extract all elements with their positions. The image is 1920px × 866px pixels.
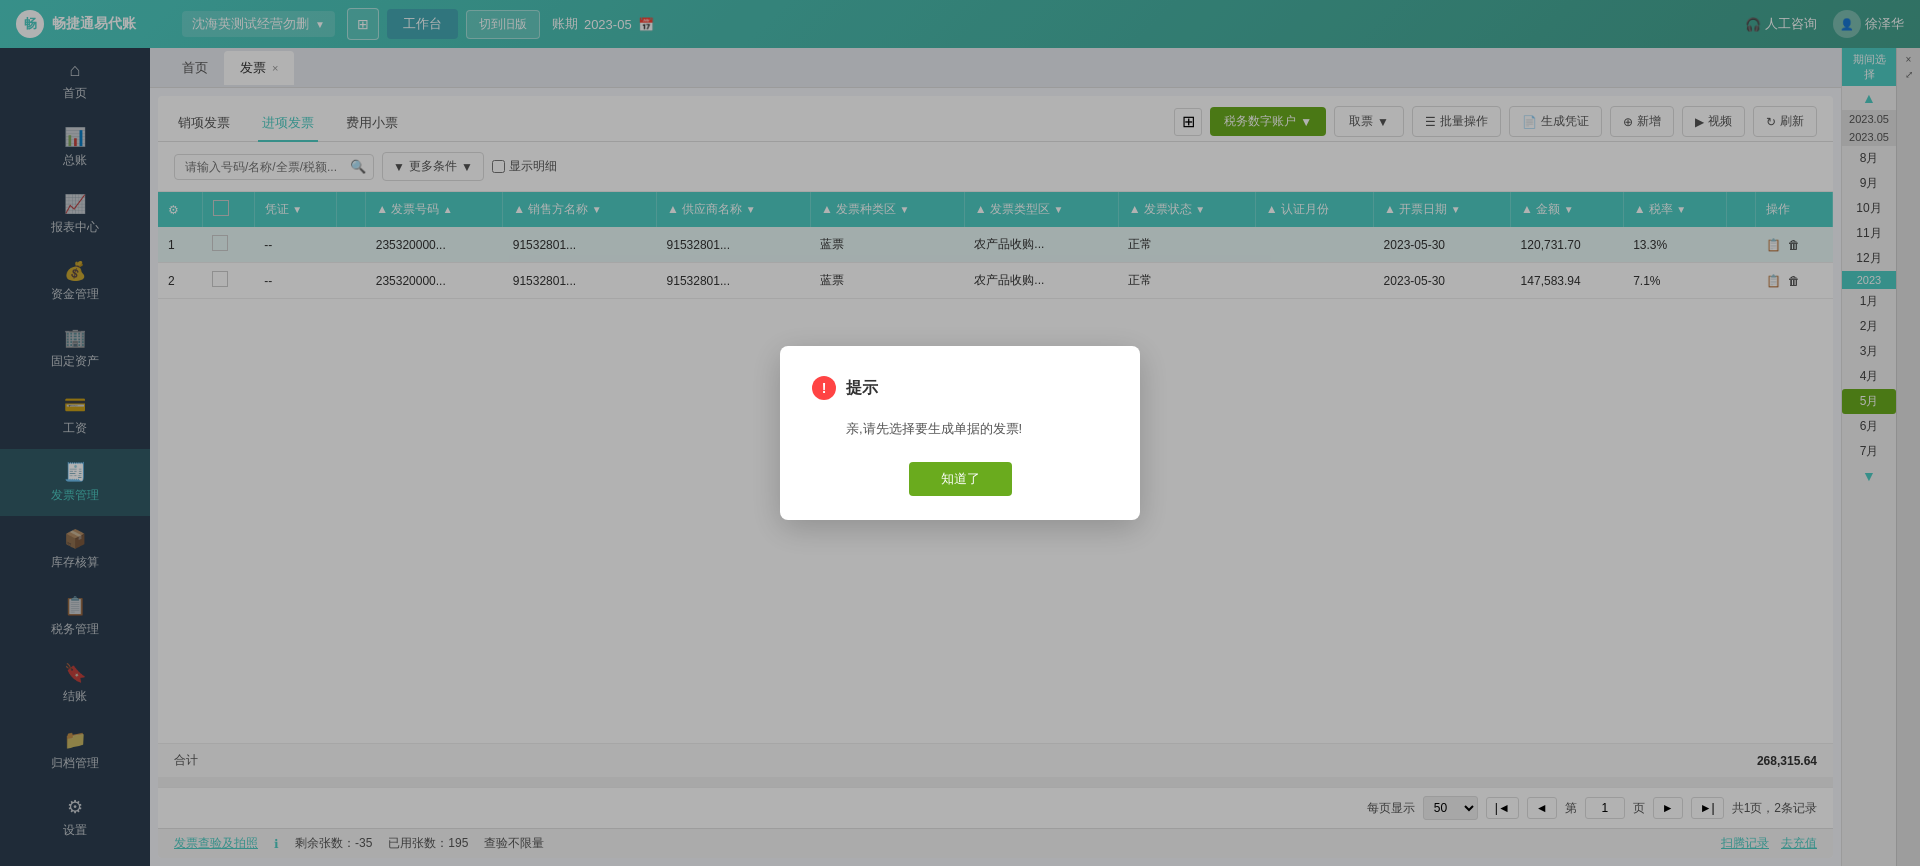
modal-warning-icon: ! bbox=[812, 376, 836, 400]
modal-title: 提示 bbox=[846, 378, 878, 399]
modal-message: 亲,请先选择要生成单据的发票! bbox=[812, 420, 1108, 438]
modal-dialog: ! 提示 亲,请先选择要生成单据的发票! 知道了 bbox=[780, 346, 1140, 520]
modal-overlay: ! 提示 亲,请先选择要生成单据的发票! 知道了 bbox=[0, 0, 1920, 866]
modal-footer: 知道了 bbox=[812, 462, 1108, 496]
modal-title-row: ! 提示 bbox=[812, 376, 1108, 400]
modal-confirm-button[interactable]: 知道了 bbox=[909, 462, 1012, 496]
